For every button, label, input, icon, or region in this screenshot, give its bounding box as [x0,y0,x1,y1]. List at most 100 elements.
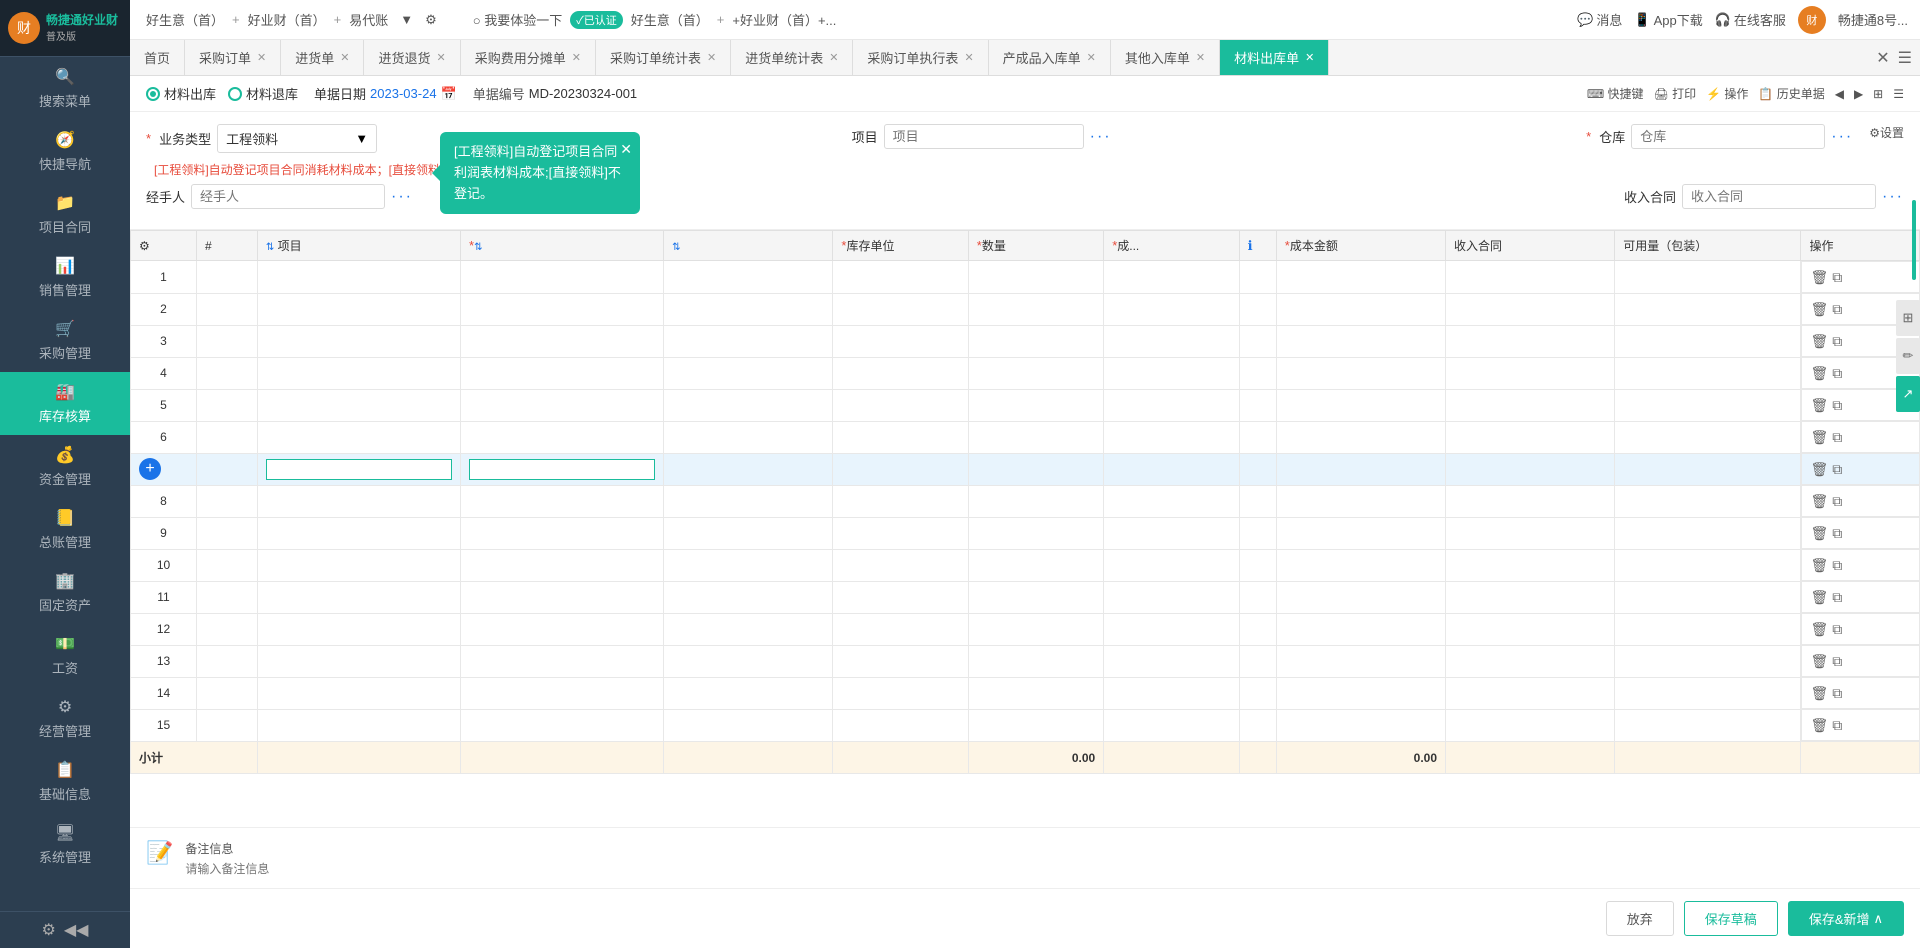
list-view-btn[interactable]: ☰ [1893,87,1904,101]
topbar-app-download[interactable]: 📱 App下载 [1634,10,1702,29]
sidebar-item-sales[interactable]: 📊 销售管理 [0,246,130,309]
date-value[interactable]: 2023-03-24 [370,86,437,101]
print-btn[interactable]: 🖨 打印 [1654,85,1697,102]
tab-home[interactable]: 首页 [130,40,185,75]
sidebar-item-inventory[interactable]: 🏭 库存核算 [0,372,130,435]
tab-close-order-exec[interactable]: ✕ [964,51,973,64]
row-delete-btn[interactable]: 🗑 [1810,525,1828,542]
grid-view-btn[interactable]: ⊞ [1873,87,1883,101]
row-delete-btn[interactable]: 🗑 [1810,301,1828,318]
sidebar-item-accounting[interactable]: 📒 总账管理 [0,498,130,561]
tab-close-other-receipt[interactable]: ✕ [1196,51,1205,64]
tab-menu[interactable]: ☰ [1898,48,1912,68]
row-copy-btn[interactable]: ⧉ [1832,589,1842,606]
right-panel-btn-1[interactable]: ⊞ [1896,300,1920,336]
right-panel-btn-2[interactable]: ✏ [1896,338,1920,374]
row-input-project[interactable] [266,459,452,480]
income-contract-input[interactable] [1682,184,1876,209]
tab-receipt-stats[interactable]: 进货单统计表✕ [731,40,853,75]
row-copy-btn[interactable]: ⧉ [1832,525,1842,542]
warehouse-input[interactable] [1631,124,1825,149]
tab-close-receipt-stats[interactable]: ✕ [829,51,838,64]
tab-goods-receipt[interactable]: 进货单✕ [281,40,364,75]
row-copy-btn[interactable]: ⧉ [1832,717,1842,734]
tab-close-goods-receipt[interactable]: ✕ [340,51,349,64]
tab-close-all[interactable]: ✕ [1876,48,1889,68]
collapse-icon[interactable]: ◀◀ [64,920,89,940]
warehouse-dots-btn[interactable]: ··· [1831,128,1853,146]
row-delete-btn[interactable]: 🗑 [1810,653,1828,670]
row-delete-btn[interactable]: 🗑 [1810,397,1828,414]
topbar-nav-hy2[interactable]: +好业财（首）+... [728,8,840,31]
tab-other-receipt[interactable]: 其他入库单✕ [1111,40,1220,75]
tab-goods-return[interactable]: 进货退货✕ [364,40,460,75]
row-delete-btn[interactable]: 🗑 [1810,461,1828,478]
th-cost-info[interactable]: ℹ [1239,231,1276,261]
sidebar-item-system[interactable]: 🖥 系统管理 [0,813,130,876]
notes-input[interactable] [185,862,585,876]
topbar-nav-haoshengyi[interactable]: 好生意（首） [142,8,228,31]
topbar-nav-yidaizhang[interactable]: 易代账 [345,8,392,31]
sidebar-item-finance[interactable]: 💰 资金管理 [0,435,130,498]
topbar-username[interactable]: 畅捷通8号... [1838,10,1908,29]
topbar-nav-settings[interactable]: ⚙ [421,10,441,30]
tab-close-goods-return[interactable]: ✕ [437,51,446,64]
topbar-nav-experience[interactable]: ○ 我要体验一下 [469,8,566,31]
ops-btn[interactable]: ⚡ 操作 [1706,85,1748,102]
handler-input[interactable] [191,184,385,209]
row-copy-btn[interactable]: ⧉ [1832,301,1842,318]
tab-close-purchase-expense[interactable]: ✕ [572,51,581,64]
tooltip-close-btn[interactable]: ✕ [620,138,632,160]
settings-form-btn[interactable]: ⚙设置 [1869,124,1904,141]
th-gear[interactable]: ⚙ [131,231,197,261]
tab-order-exec[interactable]: 采购订单执行表✕ [853,40,988,75]
row-copy-btn[interactable]: ⧉ [1832,333,1842,350]
topbar-nav-hs2[interactable]: 好生意（首） [627,8,713,31]
row-delete-btn[interactable]: 🗑 [1810,717,1828,734]
sidebar-item-quick-nav[interactable]: 🧭 快捷导航 [0,120,130,183]
sidebar-item-ops[interactable]: ⚙ 经营管理 [0,687,130,750]
right-panel-btn-3[interactable]: ↗ [1896,376,1920,412]
tab-close-material-issue[interactable]: ✕ [1305,51,1314,64]
tab-close-purchase-stats[interactable]: ✕ [707,51,716,64]
sidebar-item-search[interactable]: 🔍 搜索菜单 [0,57,130,120]
user-avatar[interactable]: 财 [1798,6,1826,34]
save-new-button[interactable]: 保存&新增 ∧ [1788,901,1904,936]
tab-material-issue[interactable]: 材料出库单✕ [1220,40,1329,75]
row-copy-btn[interactable]: ⧉ [1832,365,1842,382]
row-delete-btn[interactable]: 🗑 [1810,493,1828,510]
shortcut-btn[interactable]: ⌨ 快捷键 [1587,85,1644,102]
row-delete-btn[interactable]: 🗑 [1810,685,1828,702]
row-copy-btn[interactable]: ⧉ [1832,429,1842,446]
row-input-material[interactable] [469,459,655,480]
next-btn[interactable]: ▶ [1854,87,1863,101]
tab-purchase-stats[interactable]: 采购订单统计表✕ [596,40,731,75]
income-contract-dots-btn[interactable]: ··· [1882,188,1904,206]
row-delete-btn[interactable]: 🗑 [1810,269,1828,286]
project-input[interactable] [884,124,1084,149]
business-type-select[interactable]: 工程领料 ▼ [217,124,377,153]
save-draft-button[interactable]: 保存草稿 [1684,901,1778,936]
project-dots-btn[interactable]: ··· [1090,128,1112,146]
prev-btn[interactable]: ◀ [1835,87,1844,101]
history-btn[interactable]: 📋 历史单据 [1758,85,1824,102]
radio-material-return[interactable]: 材料退库 [228,84,298,103]
sidebar-item-purchase[interactable]: 🛒 采购管理 [0,309,130,372]
row-delete-btn[interactable]: 🗑 [1810,557,1828,574]
row-delete-btn[interactable]: 🗑 [1810,365,1828,382]
tab-purchase-order[interactable]: 采购订单✕ [185,40,281,75]
sidebar-item-salary[interactable]: 💵 工资 [0,624,130,687]
topbar-nav-haoyecai[interactable]: 好业财（首） [244,8,330,31]
sidebar-item-project[interactable]: 📁 项目合同 [0,183,130,246]
radio-material-issue[interactable]: 材料出库 [146,84,216,103]
tab-close-purchase-order[interactable]: ✕ [257,51,266,64]
add-row-btn[interactable]: + [139,458,161,480]
tab-close-finished-goods[interactable]: ✕ [1087,51,1096,64]
row-delete-btn[interactable]: 🗑 [1810,333,1828,350]
topbar-message[interactable]: 💬 消息 [1577,10,1622,29]
row-copy-btn[interactable]: ⧉ [1832,397,1842,414]
row-copy-btn[interactable]: ⧉ [1832,621,1842,638]
sidebar-item-assets[interactable]: 🏢 固定资产 [0,561,130,624]
topbar-nav-more[interactable]: ▼ [396,10,417,29]
handler-dots-btn[interactable]: ··· [391,188,413,206]
